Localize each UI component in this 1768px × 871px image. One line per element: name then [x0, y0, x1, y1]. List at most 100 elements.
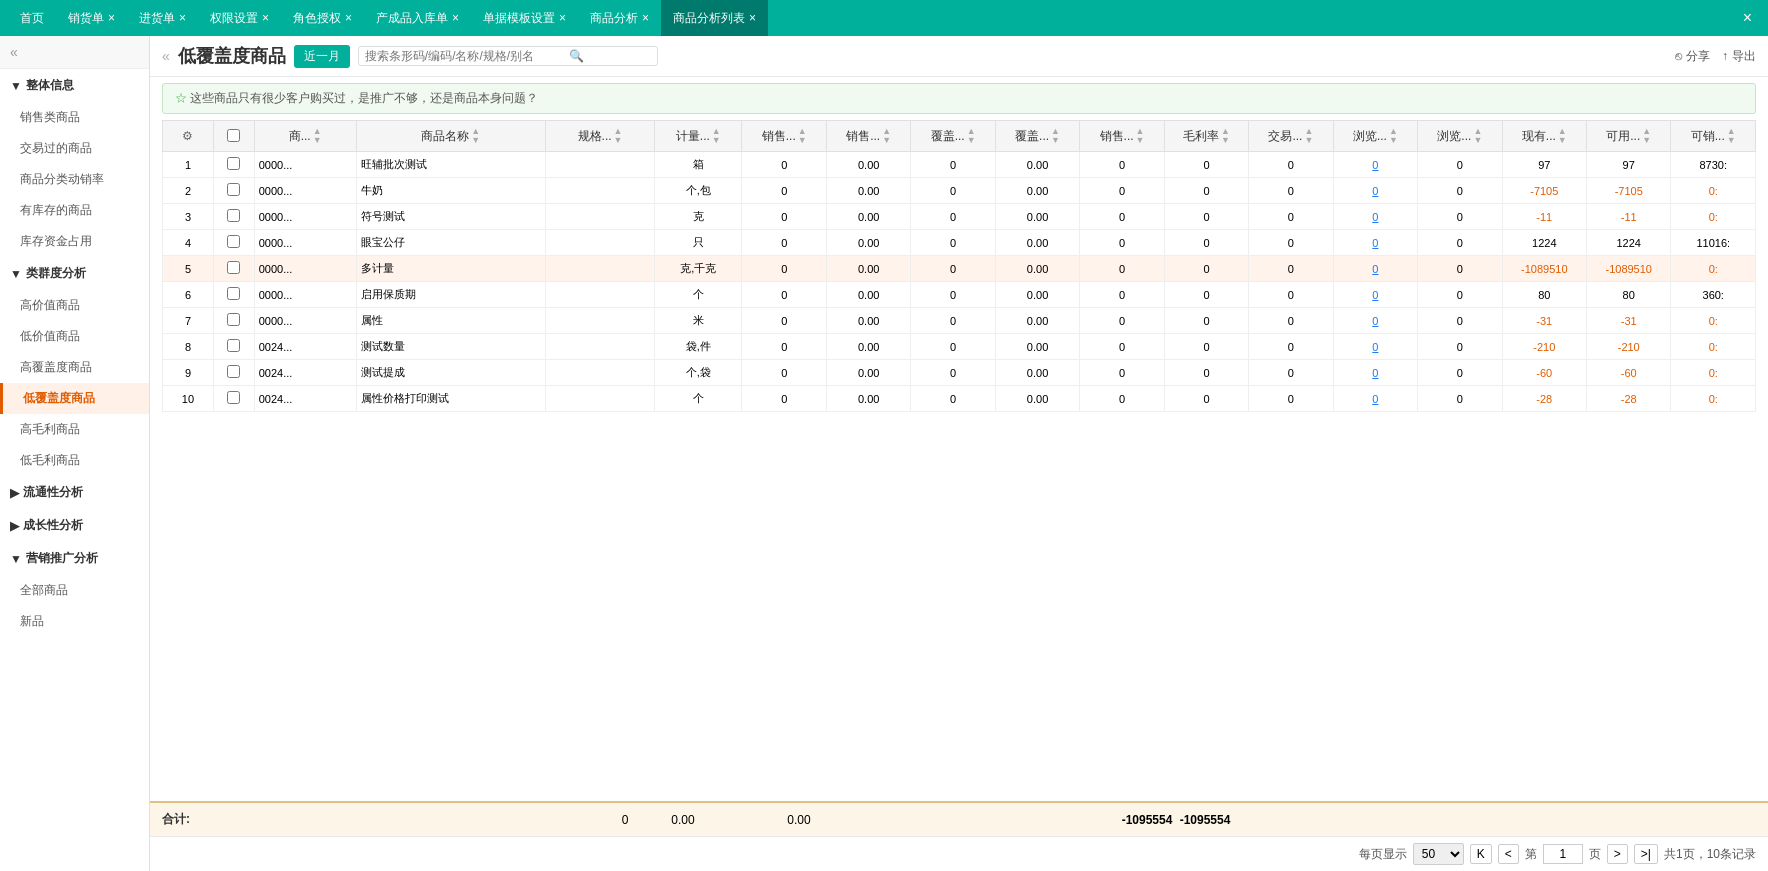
- row-current: -60: [1502, 360, 1586, 386]
- date-filter-button[interactable]: 近一月: [294, 45, 350, 68]
- per-page-select[interactable]: 50 10 20 100: [1413, 843, 1464, 865]
- sidebar-section-overall[interactable]: ▼ 整体信息: [0, 69, 149, 102]
- row-gross: 0: [1164, 386, 1248, 412]
- sidebar-section-marketing[interactable]: ▼ 营销推广分析: [0, 542, 149, 575]
- nav-doc-template[interactable]: 单据模板设置 ×: [471, 0, 578, 36]
- sidebar-item-traded-products[interactable]: 交易过的商品: [0, 133, 149, 164]
- row-browse1[interactable]: 0: [1333, 386, 1417, 412]
- window-close-button[interactable]: ×: [1735, 9, 1760, 27]
- row-checkbox[interactable]: [213, 282, 254, 308]
- row-checkbox[interactable]: [213, 256, 254, 282]
- sort-icon-trans[interactable]: ▲▼: [1304, 127, 1313, 145]
- row-sales3: 0: [1080, 256, 1164, 282]
- row-trans: 0: [1249, 152, 1333, 178]
- row-num: 4: [163, 230, 214, 256]
- sidebar-item-high-value[interactable]: 高价值商品: [0, 290, 149, 321]
- share-button[interactable]: ⎋ 分享: [1675, 48, 1710, 65]
- sidebar-item-low-coverage[interactable]: 低覆盖度商品: [0, 383, 149, 414]
- row-browse1[interactable]: 0: [1333, 152, 1417, 178]
- sort-icon-cover1[interactable]: ▲▼: [967, 127, 976, 145]
- sidebar: « ▼ 整体信息 销售类商品 交易过的商品 商品分类动销率 有库存的商品 库存资…: [0, 36, 150, 871]
- settings-icon[interactable]: ⚙: [182, 129, 193, 143]
- row-browse1[interactable]: 0: [1333, 204, 1417, 230]
- sidebar-section-liquidity[interactable]: ▶ 流通性分析: [0, 476, 149, 509]
- sort-icon-code[interactable]: ▲▼: [313, 127, 322, 145]
- row-spec: [545, 334, 654, 360]
- row-name: 启用保质期: [356, 282, 545, 308]
- search-input[interactable]: [365, 49, 565, 63]
- sidebar-item-high-margin[interactable]: 高毛利商品: [0, 414, 149, 445]
- row-checkbox[interactable]: [213, 204, 254, 230]
- sort-icon-spec[interactable]: ▲▼: [614, 127, 623, 145]
- sidebar-item-all-products[interactable]: 全部商品: [0, 575, 149, 606]
- row-trans: 0: [1249, 334, 1333, 360]
- first-page-button[interactable]: K: [1470, 844, 1492, 864]
- sort-icon-browse1[interactable]: ▲▼: [1389, 127, 1398, 145]
- prev-page-button[interactable]: <: [1498, 844, 1519, 864]
- sort-icon-available[interactable]: ▲▼: [1642, 127, 1651, 145]
- sidebar-section-cluster[interactable]: ▼ 类群度分析: [0, 257, 149, 290]
- row-cover2: 0.00: [995, 152, 1079, 178]
- row-current: 1224: [1502, 230, 1586, 256]
- sort-icon-current[interactable]: ▲▼: [1558, 127, 1567, 145]
- sidebar-item-low-value[interactable]: 低价值商品: [0, 321, 149, 352]
- sidebar-item-sales-products[interactable]: 销售类商品: [0, 102, 149, 133]
- sidebar-item-high-coverage[interactable]: 高覆盖度商品: [0, 352, 149, 383]
- row-browse1[interactable]: 0: [1333, 256, 1417, 282]
- row-name: 测试提成: [356, 360, 545, 386]
- sidebar-collapse-button[interactable]: «: [10, 44, 18, 60]
- sidebar-item-stock-fund[interactable]: 库存资金占用: [0, 226, 149, 257]
- row-checkbox[interactable]: [213, 334, 254, 360]
- nav-sales-order[interactable]: 销货单 ×: [56, 0, 127, 36]
- nav-permission-settings[interactable]: 权限设置 ×: [198, 0, 281, 36]
- sort-icon-sales2[interactable]: ▲▼: [882, 127, 891, 145]
- nav-home[interactable]: 首页: [8, 0, 56, 36]
- row-browse1[interactable]: 0: [1333, 334, 1417, 360]
- sort-icon-sales1[interactable]: ▲▼: [798, 127, 807, 145]
- sort-icon-cover2[interactable]: ▲▼: [1051, 127, 1060, 145]
- current-page-input[interactable]: [1543, 844, 1583, 864]
- select-all-checkbox[interactable]: [227, 129, 240, 142]
- chevron-down-icon: ▼: [10, 79, 22, 93]
- sidebar-section-growth[interactable]: ▶ 成长性分析: [0, 509, 149, 542]
- sidebar-item-new-products[interactable]: 新品: [0, 606, 149, 637]
- sidebar-item-in-stock[interactable]: 有库存的商品: [0, 195, 149, 226]
- row-sales3: 0: [1080, 152, 1164, 178]
- last-page-button[interactable]: >|: [1634, 844, 1658, 864]
- sidebar-item-category-rate[interactable]: 商品分类动销率: [0, 164, 149, 195]
- row-browse1[interactable]: 0: [1333, 178, 1417, 204]
- row-checkbox[interactable]: [213, 230, 254, 256]
- sort-icon-name[interactable]: ▲▼: [471, 127, 480, 145]
- row-checkbox[interactable]: [213, 360, 254, 386]
- row-checkbox[interactable]: [213, 178, 254, 204]
- sort-icon-sellable[interactable]: ▲▼: [1727, 127, 1736, 145]
- row-gross: 0: [1164, 360, 1248, 386]
- sort-icon-browse2[interactable]: ▲▼: [1473, 127, 1482, 145]
- row-checkbox[interactable]: [213, 386, 254, 412]
- col-header-sales3: 销售... ▲▼: [1080, 121, 1164, 152]
- row-browse1[interactable]: 0: [1333, 230, 1417, 256]
- nav-purchase-order[interactable]: 进货单 ×: [127, 0, 198, 36]
- search-icon[interactable]: 🔍: [569, 49, 584, 63]
- nav-product-warehouse[interactable]: 产成品入库单 ×: [364, 0, 471, 36]
- sidebar-toggle-button[interactable]: «: [162, 48, 170, 64]
- nav-role-auth[interactable]: 角色授权 ×: [281, 0, 364, 36]
- col-header-unit: 计量... ▲▼: [655, 121, 742, 152]
- sort-icon-sales3[interactable]: ▲▼: [1136, 127, 1145, 145]
- row-checkbox[interactable]: [213, 308, 254, 334]
- row-browse1[interactable]: 0: [1333, 282, 1417, 308]
- sort-icon-unit[interactable]: ▲▼: [712, 127, 721, 145]
- row-unit: 个: [655, 282, 742, 308]
- sidebar-item-low-margin[interactable]: 低毛利商品: [0, 445, 149, 476]
- row-checkbox[interactable]: [213, 152, 254, 178]
- table-row: 8 0024... 测试数量 袋,件 0 0.00 0 0.00 0 0 0 0…: [163, 334, 1756, 360]
- sort-icon-gross[interactable]: ▲▼: [1221, 127, 1230, 145]
- export-button[interactable]: ↑ 导出: [1722, 48, 1756, 65]
- nav-product-analysis-list[interactable]: 商品分析列表 ×: [661, 0, 768, 36]
- row-browse1[interactable]: 0: [1333, 360, 1417, 386]
- row-browse1[interactable]: 0: [1333, 308, 1417, 334]
- nav-product-analysis[interactable]: 商品分析 ×: [578, 0, 661, 36]
- row-spec: [545, 152, 654, 178]
- row-current: 97: [1502, 152, 1586, 178]
- next-page-button[interactable]: >: [1607, 844, 1628, 864]
